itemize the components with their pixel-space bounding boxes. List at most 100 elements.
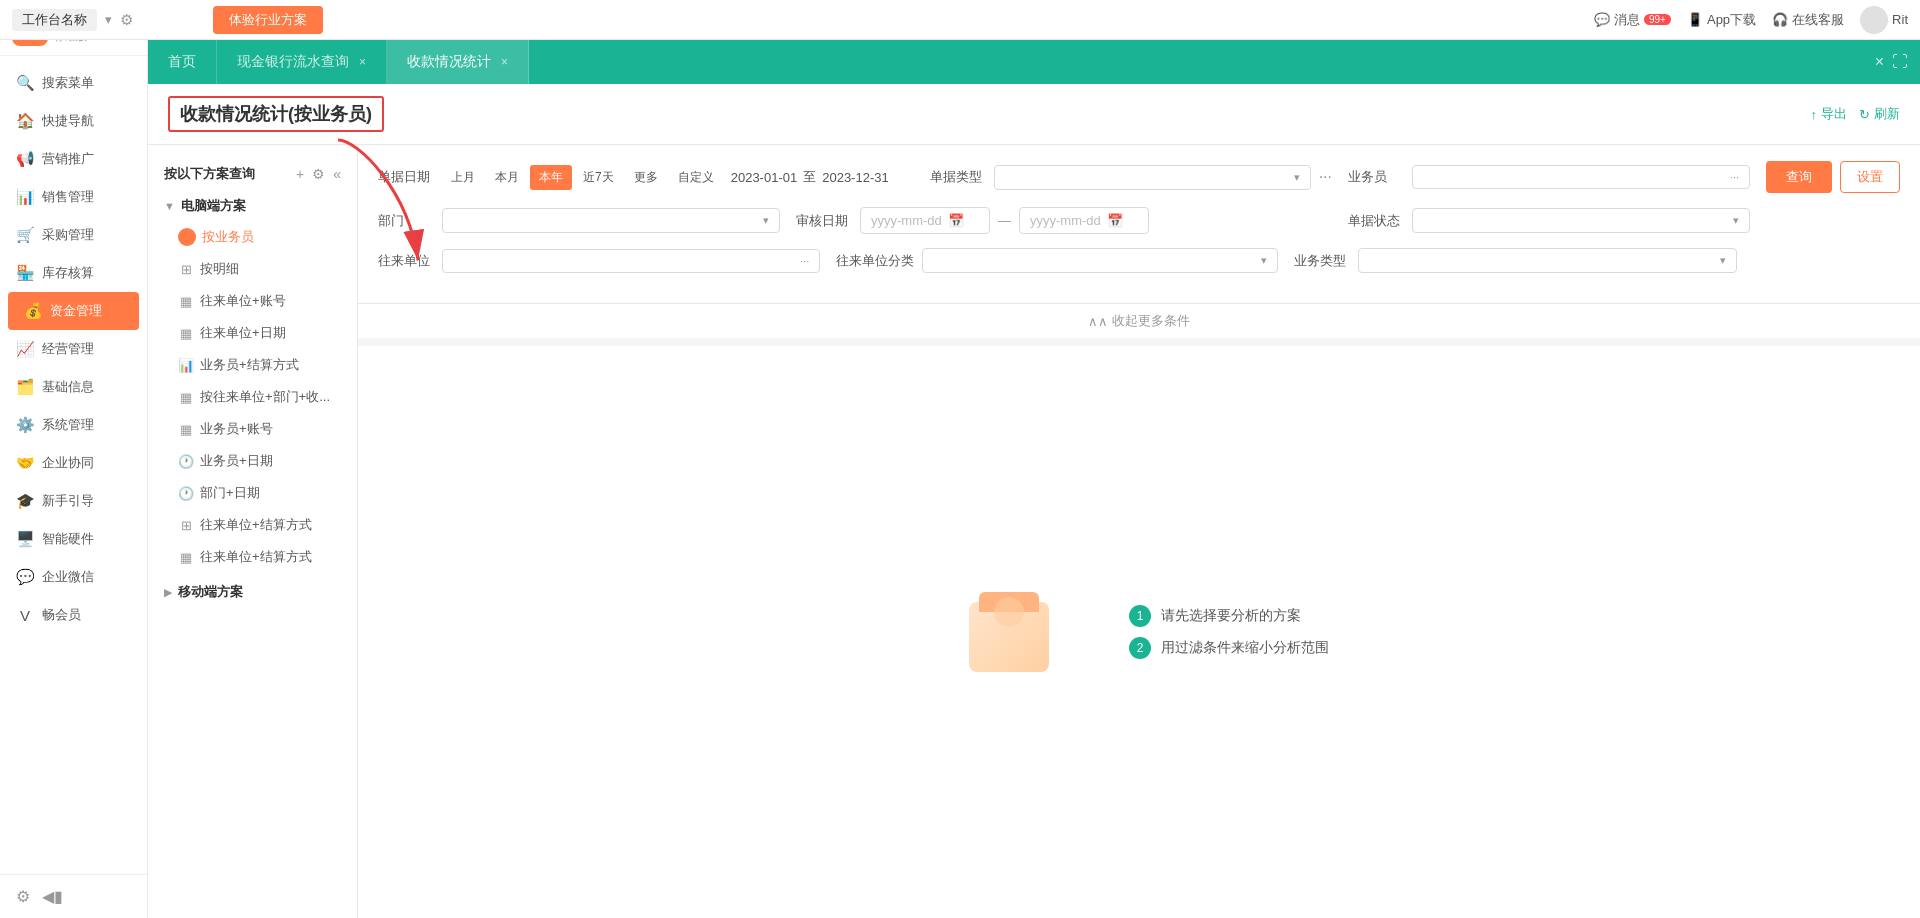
counterparty-cat-label: 往来单位分类 — [836, 252, 914, 270]
scheme-group-desktop-label: 电脑端方案 — [181, 197, 246, 215]
sidebar-item-hardware[interactable]: 🖥️ 智能硬件 — [0, 520, 147, 558]
sidebar-item-operations[interactable]: 📈 经营管理 — [0, 330, 147, 368]
scheme-item-counterparty-dept[interactable]: ▦ 按往来单位+部门+收... — [148, 381, 357, 413]
scheme-item-counterparty-settlement1[interactable]: ⊞ 往来单位+结算方式 — [148, 509, 357, 541]
collapse-sidebar-btn[interactable]: ◀▮ — [42, 887, 63, 906]
sidebar-label-basic: 基础信息 — [42, 378, 94, 396]
empty-step-1: 1 请先选择要分析的方案 — [1129, 605, 1329, 627]
headset-icon: 🎧 — [1772, 12, 1788, 27]
chevron-down-icon[interactable]: ▾ — [105, 12, 112, 27]
date-tab-this-year[interactable]: 本年 — [530, 165, 572, 190]
refresh-icon: ↻ — [1859, 107, 1870, 122]
header-left: 工作台名称 ▾ ⚙ — [12, 9, 133, 31]
date-tab-custom[interactable]: 自定义 — [669, 165, 723, 190]
status-select[interactable]: ▾ — [1412, 208, 1750, 233]
tab-bank-flow-close[interactable]: × — [359, 55, 366, 69]
scheme-item-counterparty-account[interactable]: ▦ 往来单位+账号 — [148, 285, 357, 317]
date-tab-7days[interactable]: 近7天 — [574, 165, 623, 190]
tab-close-all-btn[interactable]: × — [1875, 53, 1884, 71]
scheme-item-counterparty-date[interactable]: ▦ 往来单位+日期 — [148, 317, 357, 349]
step-2-text: 用过滤条件来缩小分析范围 — [1161, 639, 1329, 657]
audit-date-from-placeholder: yyyy-mm-dd — [871, 213, 942, 228]
empty-illustration — [949, 582, 1069, 682]
user-profile-btn[interactable]: Rit — [1860, 6, 1908, 34]
counterparty-select[interactable]: ··· — [442, 249, 820, 273]
tab-collection-stat[interactable]: 收款情况统计 × — [387, 40, 529, 84]
page-actions: ↑ 导出 ↻ 刷新 — [1811, 105, 1901, 123]
counterparty-cat-select[interactable]: ▾ — [922, 248, 1278, 273]
tab-collection-stat-close[interactable]: × — [501, 55, 508, 69]
scheme-setting-icon[interactable]: ⚙ — [312, 166, 325, 182]
scheme-item-by-salesperson[interactable]: ● 按业务员 — [148, 221, 357, 253]
type-select[interactable]: ▾ — [994, 165, 1311, 190]
sidebar-item-sales[interactable]: 📊 销售管理 — [0, 178, 147, 216]
audit-date-from[interactable]: yyyy-mm-dd 📅 — [860, 207, 990, 234]
marketing-icon: 📢 — [16, 150, 34, 168]
tab-bank-flow[interactable]: 现金银行流水查询 × — [217, 40, 387, 84]
page-header: 收款情况统计(按业务员) ↑ 导出 ↻ 刷新 — [148, 84, 1920, 145]
audit-date-label: 审核日期 — [796, 212, 852, 230]
scheme-icon-8: 🕐 — [178, 485, 194, 501]
sidebar-label-wechat: 企业微信 — [42, 568, 94, 586]
trial-button[interactable]: 体验行业方案 — [213, 6, 323, 34]
dept-select[interactable]: ▾ — [442, 208, 780, 233]
sidebar-item-system[interactable]: ⚙️ 系统管理 — [0, 406, 147, 444]
app-download-btn[interactable]: 📱 App下载 — [1687, 11, 1756, 29]
scheme-item-by-detail[interactable]: ⊞ 按明细 — [148, 253, 357, 285]
sidebar-label-purchase: 采购管理 — [42, 226, 94, 244]
date-tab-this-month[interactable]: 本月 — [486, 165, 528, 190]
system-icon: ⚙️ — [16, 416, 34, 434]
scheme-item-salesperson-settlement[interactable]: 📊 业务员+结算方式 — [148, 349, 357, 381]
notifications-btn[interactable]: 💬 消息 99+ — [1594, 11, 1671, 29]
salesperson-select[interactable]: ··· — [1412, 165, 1750, 189]
query-buttons: 查询 设置 — [1766, 161, 1900, 193]
type-more-icon[interactable]: ··· — [1319, 168, 1332, 186]
scheme-group-desktop-header[interactable]: ▼ 电脑端方案 — [148, 191, 357, 221]
online-service-btn[interactable]: 🎧 在线客服 — [1772, 11, 1844, 29]
salesperson-field: 业务员 ··· — [1348, 165, 1750, 189]
sidebar-item-member[interactable]: V 畅会员 — [0, 596, 147, 634]
sidebar-item-marketing[interactable]: 📢 营销推广 — [0, 140, 147, 178]
biz-type-field: 业务类型 ▾ — [1294, 248, 1736, 273]
sidebar-item-search[interactable]: 🔍 搜索菜单 — [0, 64, 147, 102]
sidebar-item-purchase[interactable]: 🛒 采购管理 — [0, 216, 147, 254]
query-btn[interactable]: 查询 — [1766, 161, 1832, 193]
sidebar-item-basic[interactable]: 🗂️ 基础信息 — [0, 368, 147, 406]
tab-home[interactable]: 首页 — [148, 40, 217, 84]
calendar-icon-1: 📅 — [948, 213, 964, 228]
tab-bank-flow-label: 现金银行流水查询 — [237, 53, 349, 71]
salesperson-label: 业务员 — [1348, 168, 1404, 186]
sidebar-item-quicknav[interactable]: 🏠 快捷导航 — [0, 102, 147, 140]
dept-label: 部门 — [378, 212, 434, 230]
date-tab-more[interactable]: 更多 — [625, 165, 667, 190]
scheme-add-icon[interactable]: + — [296, 166, 304, 182]
settings-icon[interactable]: ⚙ — [120, 11, 133, 29]
collapse-bar[interactable]: ∧∧ 收起更多条件 — [358, 303, 1920, 338]
scheme-group-mobile-header[interactable]: ▶ 移动端方案 — [148, 577, 357, 607]
scheme-item-salesperson-account[interactable]: ▦ 业务员+账号 — [148, 413, 357, 445]
sidebar-item-guide[interactable]: 🎓 新手引导 — [0, 482, 147, 520]
scheme-item-dept-date[interactable]: 🕐 部门+日期 — [148, 477, 357, 509]
scheme-item-salesperson-date[interactable]: 🕐 业务员+日期 — [148, 445, 357, 477]
sidebar-item-inventory[interactable]: 🏪 库存核算 — [0, 254, 147, 292]
biz-type-select[interactable]: ▾ — [1358, 248, 1736, 273]
main-area: 首页 现金银行流水查询 × 收款情况统计 × × ⛶ 收款情况统计(按业务员) … — [148, 40, 1920, 918]
workspace-name: 工作台名称 — [12, 9, 97, 31]
setting-btn[interactable]: 设置 — [1840, 161, 1900, 193]
export-btn[interactable]: ↑ 导出 — [1811, 105, 1848, 123]
sidebar-item-finance[interactable]: 💰 资金管理 — [8, 292, 139, 330]
scheme-item-label-6: 业务员+账号 — [200, 420, 273, 438]
audit-date-to[interactable]: yyyy-mm-dd 📅 — [1019, 207, 1149, 234]
sidebar-label-sales: 销售管理 — [42, 188, 94, 206]
sidebar-item-corp[interactable]: 🤝 企业协同 — [0, 444, 147, 482]
settings-footer-btn[interactable]: ⚙ — [16, 887, 30, 906]
inventory-icon: 🏪 — [16, 264, 34, 282]
tab-expand-btn[interactable]: ⛶ — [1892, 53, 1908, 71]
scheme-header-actions: + ⚙ « — [296, 166, 341, 182]
sidebar-item-wechat[interactable]: 💬 企业微信 — [0, 558, 147, 596]
wechat-icon: 💬 — [16, 568, 34, 586]
scheme-item-counterparty-settlement2[interactable]: ▦ 往来单位+结算方式 — [148, 541, 357, 573]
refresh-btn[interactable]: ↻ 刷新 — [1859, 105, 1900, 123]
date-tab-last-month[interactable]: 上月 — [442, 165, 484, 190]
scheme-collapse-icon[interactable]: « — [333, 166, 341, 182]
